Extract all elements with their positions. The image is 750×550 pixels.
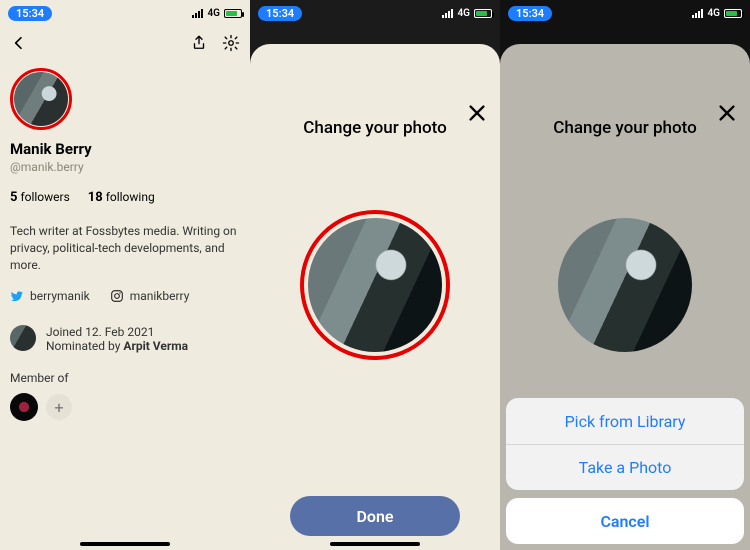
nomination-row: Joined 12. Feb 2021 Nominated by Arpit V…: [10, 325, 240, 353]
close-button[interactable]: [466, 102, 488, 124]
instagram-link[interactable]: manikberry: [110, 289, 190, 303]
share-button[interactable]: [190, 34, 208, 52]
home-indicator[interactable]: [80, 542, 170, 546]
signal-bars-icon: [192, 9, 203, 18]
current-photo[interactable]: [558, 218, 692, 352]
change-photo-screen: 15:34 4G Change your photo Done: [250, 0, 500, 550]
battery-icon: [474, 9, 492, 18]
status-time: 15:34: [8, 6, 52, 21]
change-photo-action-sheet-screen: 15:34 4G Change your photo Pick from Lib…: [500, 0, 750, 550]
network-label: 4G: [707, 8, 720, 19]
status-bar: 15:34 4G: [0, 2, 250, 24]
action-sheet: Pick from Library Take a Photo Cancel: [506, 398, 744, 544]
done-button[interactable]: Done: [290, 496, 460, 536]
nominator-avatar[interactable]: [10, 325, 36, 351]
battery-icon: [224, 9, 242, 18]
member-of-label: Member of: [10, 371, 240, 385]
joined-date: Joined 12. Feb 2021: [46, 325, 188, 339]
status-time: 15:34: [508, 6, 552, 21]
social-links: berrymanik manikberry: [10, 289, 240, 303]
modal-title: Change your photo: [250, 118, 500, 138]
cancel-button[interactable]: Cancel: [506, 498, 744, 544]
highlight-ring-icon: [10, 68, 72, 130]
display-name: Manik Berry: [10, 140, 240, 158]
network-label: 4G: [457, 8, 470, 19]
photo-highlight-ring: [300, 210, 450, 360]
status-time: 15:34: [258, 6, 302, 21]
battery-icon: [724, 9, 742, 18]
username: @manik.berry: [10, 160, 240, 174]
profile-screen: 15:34 4G Manik Berry @manik.berry 5 foll…: [0, 0, 250, 550]
photo-wrap: [550, 210, 700, 360]
close-icon: [466, 102, 488, 124]
close-button[interactable]: [716, 102, 738, 124]
instagram-icon: [110, 289, 124, 303]
add-club-button[interactable]: +: [46, 394, 72, 420]
follow-stats: 5 followers 18 following: [10, 190, 240, 205]
following-stat[interactable]: 18 following: [88, 190, 155, 205]
club-avatar[interactable]: [10, 393, 38, 421]
share-icon: [190, 34, 208, 52]
member-of-section: Member of +: [10, 371, 240, 421]
settings-button[interactable]: [222, 34, 240, 52]
nominated-by: Nominated by Arpit Verma: [46, 339, 188, 353]
take-a-photo-button[interactable]: Take a Photo: [506, 444, 744, 490]
modal-card: Change your photo Done: [250, 44, 500, 550]
action-sheet-group: Pick from Library Take a Photo: [506, 398, 744, 490]
pick-from-library-button[interactable]: Pick from Library: [506, 398, 744, 444]
close-icon: [716, 102, 738, 124]
gear-icon: [222, 34, 240, 52]
twitter-icon: [10, 289, 24, 303]
signal-bars-icon: [442, 9, 453, 18]
current-photo[interactable]: [308, 218, 442, 352]
twitter-link[interactable]: berrymanik: [10, 289, 90, 303]
home-indicator[interactable]: [330, 542, 420, 546]
profile-avatar[interactable]: [10, 68, 72, 130]
profile-info: Manik Berry @manik.berry 5 followers 18 …: [10, 140, 240, 421]
avatar-image: [14, 72, 68, 126]
status-right: 4G: [442, 8, 492, 19]
status-right: 4G: [692, 8, 742, 19]
bio-text: Tech writer at Fossbytes media. Writing …: [10, 223, 240, 273]
chevron-left-icon: [11, 35, 27, 51]
followers-stat[interactable]: 5 followers: [10, 190, 70, 205]
profile-header: [0, 28, 250, 52]
status-bar: 15:34 4G: [500, 2, 750, 24]
modal-title: Change your photo: [500, 118, 750, 138]
signal-bars-icon: [692, 9, 703, 18]
network-label: 4G: [207, 8, 220, 19]
status-bar: 15:34 4G: [250, 2, 500, 24]
status-right: 4G: [192, 8, 242, 19]
back-button[interactable]: [10, 34, 28, 52]
